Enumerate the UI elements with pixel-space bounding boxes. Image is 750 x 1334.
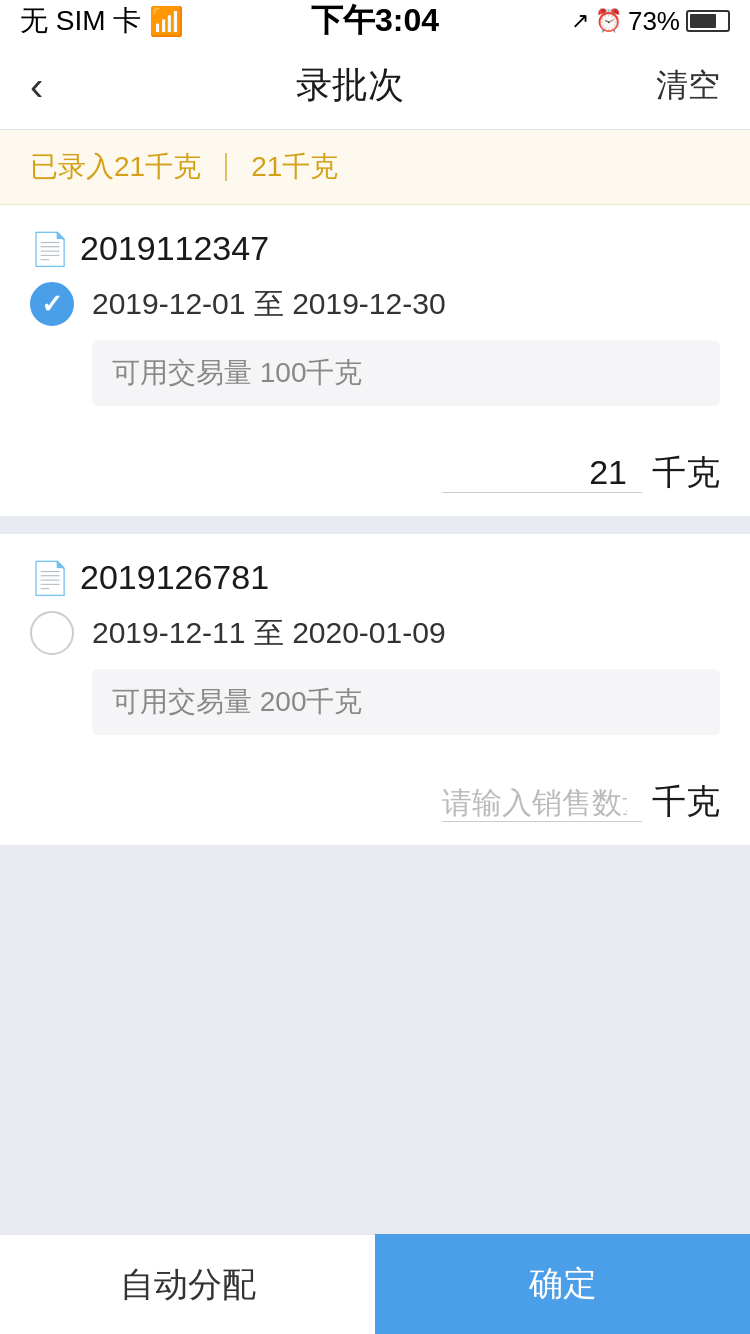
radio-unchecked-2[interactable] [30, 611, 74, 655]
section-divider [0, 516, 750, 534]
batch-id-text-2: 2019126781 [80, 558, 269, 597]
recorded-label: 已录入21千克 [30, 148, 201, 186]
battery-percent: 73% [628, 6, 680, 37]
qty-input-1[interactable] [442, 453, 642, 493]
nav-bar: ‹ 录批次 清空 [0, 42, 750, 130]
status-carrier: 无 SIM 卡 📶 [20, 2, 184, 40]
alarm-icon: ⏰ [595, 8, 622, 34]
batch-id-text-1: 2019112347 [80, 229, 269, 268]
status-bar: 无 SIM 卡 📶 下午3:04 ↗ ⏰ 73% [0, 0, 750, 42]
bottom-bar: 自动分配 确定 [0, 1234, 750, 1334]
batch-qty-row-2: 可用交易量 200千克 [92, 669, 720, 735]
batch-id-icon-2: 📄 [30, 559, 70, 597]
confirm-button[interactable]: 确定 [375, 1234, 750, 1334]
battery-icon [686, 10, 730, 32]
status-right: ↗ ⏰ 73% [571, 6, 730, 37]
qty-input-2[interactable] [442, 782, 642, 822]
unit-label-2: 千克 [652, 779, 720, 825]
radio-checked-1[interactable] [30, 282, 74, 326]
carrier-text: 无 SIM 卡 [20, 2, 141, 40]
location-icon: ↗ [571, 8, 589, 34]
batch-item-1: 📄 2019112347 2019-12-01 至 2019-12-30 可用交… [0, 205, 750, 440]
wifi-icon: 📶 [149, 5, 184, 38]
empty-area [0, 845, 750, 1234]
back-button[interactable]: ‹ [30, 66, 43, 106]
batch-id-row-1: 📄 2019112347 [30, 229, 720, 268]
auto-distribute-button[interactable]: 自动分配 [0, 1234, 375, 1334]
unit-label-1: 千克 [652, 450, 720, 496]
clear-button[interactable]: 清空 [656, 64, 720, 108]
recorded-amount: 21千克 [251, 148, 338, 186]
batch-date-text-2: 2019-12-11 至 2020-01-09 [92, 613, 446, 654]
batch-item-2: 📄 2019126781 2019-12-11 至 2020-01-09 可用交… [0, 534, 750, 769]
batch-id-row-2: 📄 2019126781 [30, 558, 720, 597]
batch-qty-text-1: 可用交易量 100千克 [112, 357, 363, 388]
batch-qty-row-1: 可用交易量 100千克 [92, 340, 720, 406]
page-title: 录批次 [296, 61, 404, 110]
batch-id-icon-1: 📄 [30, 230, 70, 268]
banner-divider [225, 153, 227, 181]
batch-qty-text-2: 可用交易量 200千克 [112, 686, 363, 717]
batch-date-text-1: 2019-12-01 至 2019-12-30 [92, 284, 446, 325]
main-content: 已录入21千克 21千克 📄 2019112347 2019-12-01 至 2… [0, 130, 750, 1234]
info-banner: 已录入21千克 21千克 [0, 130, 750, 205]
input-row-2: 千克 [0, 769, 750, 845]
status-time: 下午3:04 [311, 0, 439, 43]
batch-date-row-1[interactable]: 2019-12-01 至 2019-12-30 [30, 282, 720, 326]
batch-date-row-2[interactable]: 2019-12-11 至 2020-01-09 [30, 611, 720, 655]
input-row-1: 千克 [0, 440, 750, 516]
